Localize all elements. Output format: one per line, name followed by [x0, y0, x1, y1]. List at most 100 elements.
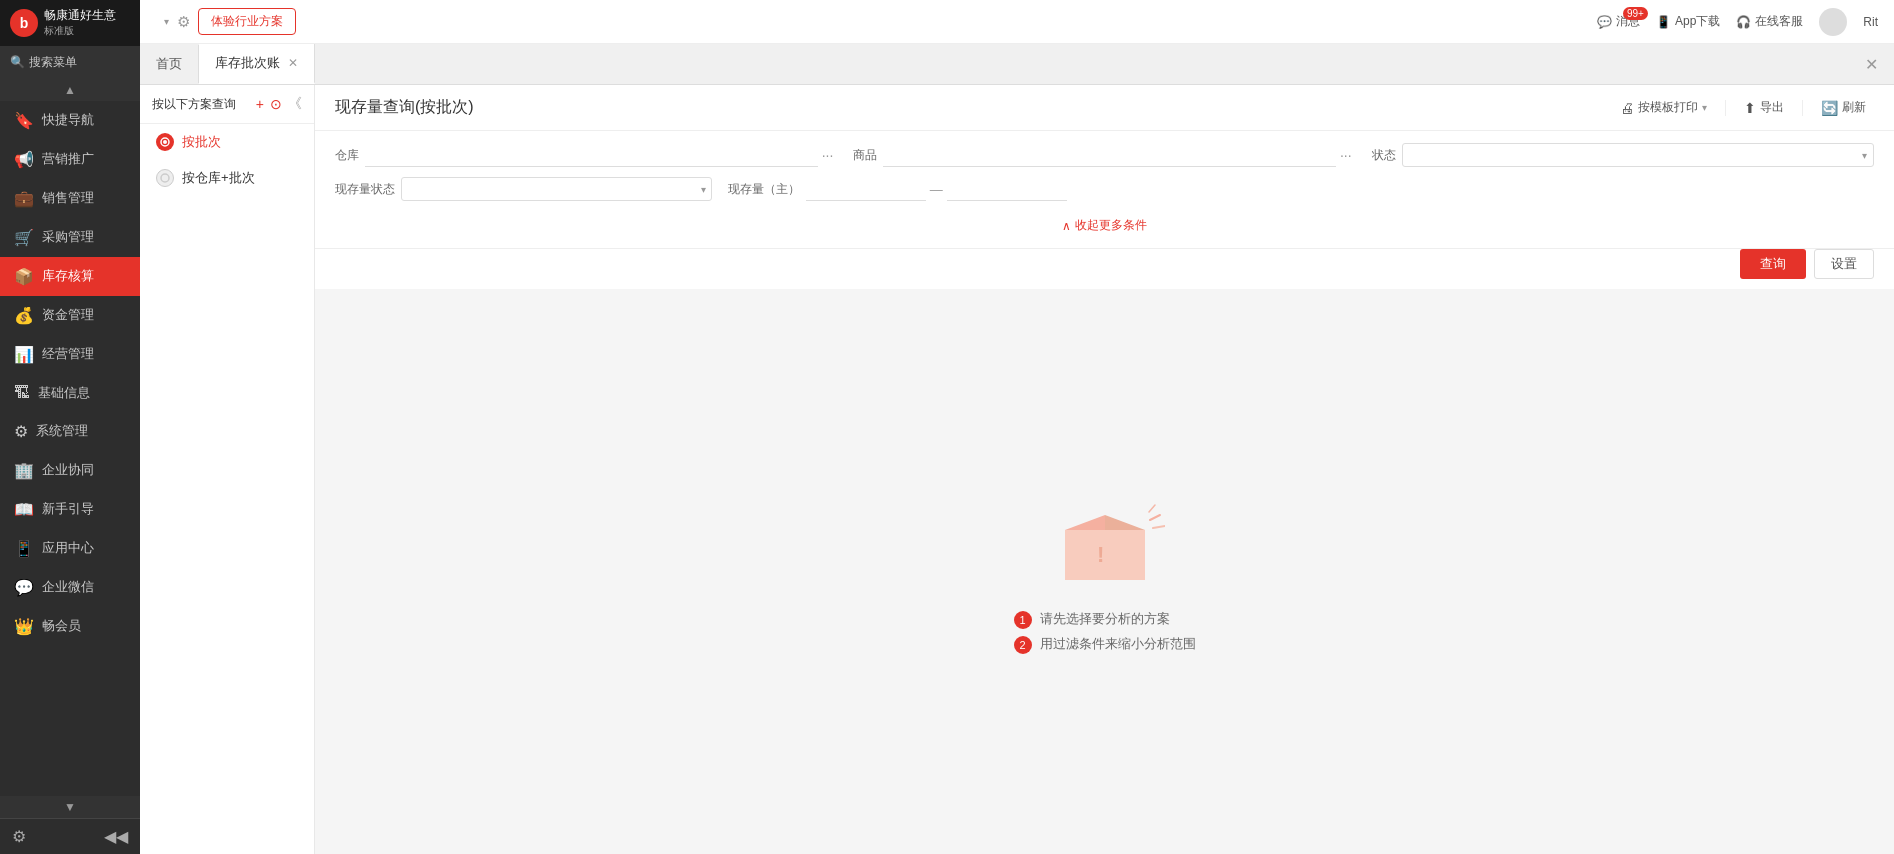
main-area: ▾ ⚙ 体验行业方案 💬 消息 99+ 📱 App下载 🎧 在线客服 Rit [140, 0, 1894, 854]
apps-icon: 📱 [14, 539, 34, 558]
svg-line-8 [1153, 526, 1165, 528]
scheme-batch-label: 按批次 [182, 133, 221, 151]
query-button[interactable]: 查询 [1740, 249, 1806, 279]
topbar: ▾ ⚙ 体验行业方案 💬 消息 99+ 📱 App下载 🎧 在线客服 Rit [140, 0, 1894, 44]
page-header-actions: 🖨 按模板打印 ▾ ⬆ 导出 🔄 刷新 [1612, 95, 1874, 120]
marketing-icon: 📢 [14, 150, 34, 169]
page-header: 现存量查询(按批次) 🖨 按模板打印 ▾ ⬆ 导出 🔄 [315, 85, 1894, 131]
app-download-label: App下载 [1675, 13, 1720, 30]
topbar-dropdown-icon[interactable]: ▾ [164, 16, 169, 27]
collapse-filter-button[interactable]: ∧ 收起更多条件 [335, 211, 1874, 236]
sidebar-item-member[interactable]: 👑 畅会员 [0, 607, 140, 646]
collapse-left-panel-icon[interactable]: 《 [288, 95, 302, 113]
filter-product: 商品 ··· [853, 144, 1355, 167]
svg-line-9 [1149, 505, 1155, 512]
sidebar-item-shortcuts[interactable]: 🔖 快捷导航 [0, 101, 140, 140]
user-name: Rit [1863, 15, 1878, 29]
warehouse-input[interactable] [365, 144, 818, 167]
sidebar-item-label: 库存核算 [42, 267, 94, 285]
sidebar-item-basic-info[interactable]: 🏗 基础信息 [0, 374, 140, 412]
sidebar-item-label: 新手引导 [42, 500, 94, 518]
system-icon: ⚙ [14, 422, 28, 441]
edition-label: 标准版 [44, 24, 116, 38]
sidebar-item-apps[interactable]: 📱 应用中心 [0, 529, 140, 568]
refresh-icon: 🔄 [1821, 100, 1838, 116]
topbar-left: ▾ ⚙ 体验行业方案 [156, 8, 296, 35]
svg-point-1 [163, 140, 167, 144]
warehouse-label: 仓库 [335, 147, 359, 164]
empty-illustration: ! [1045, 490, 1165, 590]
add-scheme-icon[interactable]: + [256, 96, 264, 112]
warehouse-more-icon[interactable]: ··· [818, 147, 838, 163]
scheme-settings-icon[interactable]: ⊙ [270, 96, 282, 112]
sidebar-nav: 🔖 快捷导航 📢 营销推广 💼 销售管理 🛒 采购管理 📦 库存核算 💰 资金管… [0, 101, 140, 796]
sidebar-item-label: 销售管理 [42, 189, 94, 207]
hint-text-2: 用过滤条件来缩小分析范围 [1040, 635, 1196, 653]
search-menu[interactable]: 🔍 搜索菜单 [0, 46, 140, 79]
sidebar-item-label: 基础信息 [38, 384, 90, 402]
product-label: 商品 [853, 147, 877, 164]
close-panel-icon[interactable]: ✕ [1865, 55, 1878, 74]
scheme-dot-active [156, 133, 174, 151]
empty-hint-2: 2 用过滤条件来缩小分析范围 [1014, 635, 1196, 654]
sidebar-item-label: 应用中心 [42, 539, 94, 557]
sidebar-item-enterprise[interactable]: 🏢 企业协同 [0, 451, 140, 490]
print-dropdown-icon[interactable]: ▾ [1702, 102, 1707, 113]
tab-inventory-batch[interactable]: 库存批次账 ✕ [199, 44, 315, 84]
scheme-item-batch[interactable]: 按批次 [140, 124, 314, 160]
export-button[interactable]: ⬆ 导出 [1736, 95, 1792, 120]
print-icon: 🖨 [1620, 100, 1634, 116]
inventory-status-select[interactable] [401, 177, 712, 201]
sidebar-item-label: 系统管理 [36, 422, 88, 440]
sidebar-item-sales[interactable]: 💼 销售管理 [0, 179, 140, 218]
filter-inventory-status: 现存量状态 ▾ [335, 177, 712, 201]
settings-button[interactable]: 设置 [1814, 249, 1874, 279]
sidebar-item-label: 畅会员 [42, 617, 81, 635]
sales-icon: 💼 [14, 189, 34, 208]
inventory-qty-min-input[interactable] [806, 178, 926, 201]
sidebar-item-system[interactable]: ⚙ 系统管理 [0, 412, 140, 451]
sidebar-scroll-up[interactable]: ▲ [0, 79, 140, 101]
sidebar-scroll-down[interactable]: ▼ [0, 796, 140, 818]
online-service-button[interactable]: 🎧 在线客服 [1736, 13, 1803, 30]
sidebar-item-purchase[interactable]: 🛒 采购管理 [0, 218, 140, 257]
print-button[interactable]: 🖨 按模板打印 ▾ [1612, 95, 1715, 120]
filter-inventory-qty: 现存量（主） — [728, 178, 1482, 201]
topbar-right: 💬 消息 99+ 📱 App下载 🎧 在线客服 Rit [1597, 8, 1878, 36]
product-input[interactable] [883, 144, 1336, 167]
sidebar-item-operations[interactable]: 📊 经营管理 [0, 335, 140, 374]
messages-button[interactable]: 💬 消息 99+ [1597, 13, 1640, 30]
user-avatar[interactable] [1819, 8, 1847, 36]
search-menu-label: 搜索菜单 [29, 54, 77, 71]
hint-text-1: 请先选择要分析的方案 [1040, 610, 1170, 628]
refresh-button[interactable]: 🔄 刷新 [1813, 95, 1874, 120]
product-more-icon[interactable]: ··· [1336, 147, 1356, 163]
app-download-button[interactable]: 📱 App下载 [1656, 13, 1720, 30]
status-select[interactable] [1403, 144, 1873, 166]
sidebar-item-label: 营销推广 [42, 150, 94, 168]
topbar-gear-icon[interactable]: ⚙ [177, 13, 190, 31]
sidebar-item-marketing[interactable]: 📢 营销推广 [0, 140, 140, 179]
headset-icon: 🎧 [1736, 15, 1751, 29]
svg-line-7 [1150, 515, 1160, 520]
page-title: 现存量查询(按批次) [335, 97, 474, 118]
settings-icon[interactable]: ⚙ [12, 827, 26, 846]
sidebar-item-finance[interactable]: 💰 资金管理 [0, 296, 140, 335]
finance-icon: 💰 [14, 306, 34, 325]
sidebar-item-inventory[interactable]: 📦 库存核算 [0, 257, 140, 296]
operations-icon: 📊 [14, 345, 34, 364]
inventory-qty-max-input[interactable] [947, 178, 1067, 201]
online-service-label: 在线客服 [1755, 13, 1803, 30]
trial-button[interactable]: 体验行业方案 [198, 8, 296, 35]
svg-text:!: ! [1097, 542, 1104, 567]
scheme-item-warehouse-batch[interactable]: 按仓库+批次 [140, 160, 314, 196]
empty-hint-1: 1 请先选择要分析的方案 [1014, 610, 1196, 629]
member-icon: 👑 [14, 617, 34, 636]
sidebar-item-guide[interactable]: 📖 新手引导 [0, 490, 140, 529]
tab-close-icon[interactable]: ✕ [288, 56, 298, 70]
sidebar-item-wechat[interactable]: 💬 企业微信 [0, 568, 140, 607]
search-icon: 🔍 [10, 55, 25, 69]
tab-home[interactable]: 首页 [140, 45, 199, 83]
action-divider2 [1802, 100, 1803, 116]
collapse-sidebar-icon[interactable]: ◀◀ [104, 827, 128, 846]
